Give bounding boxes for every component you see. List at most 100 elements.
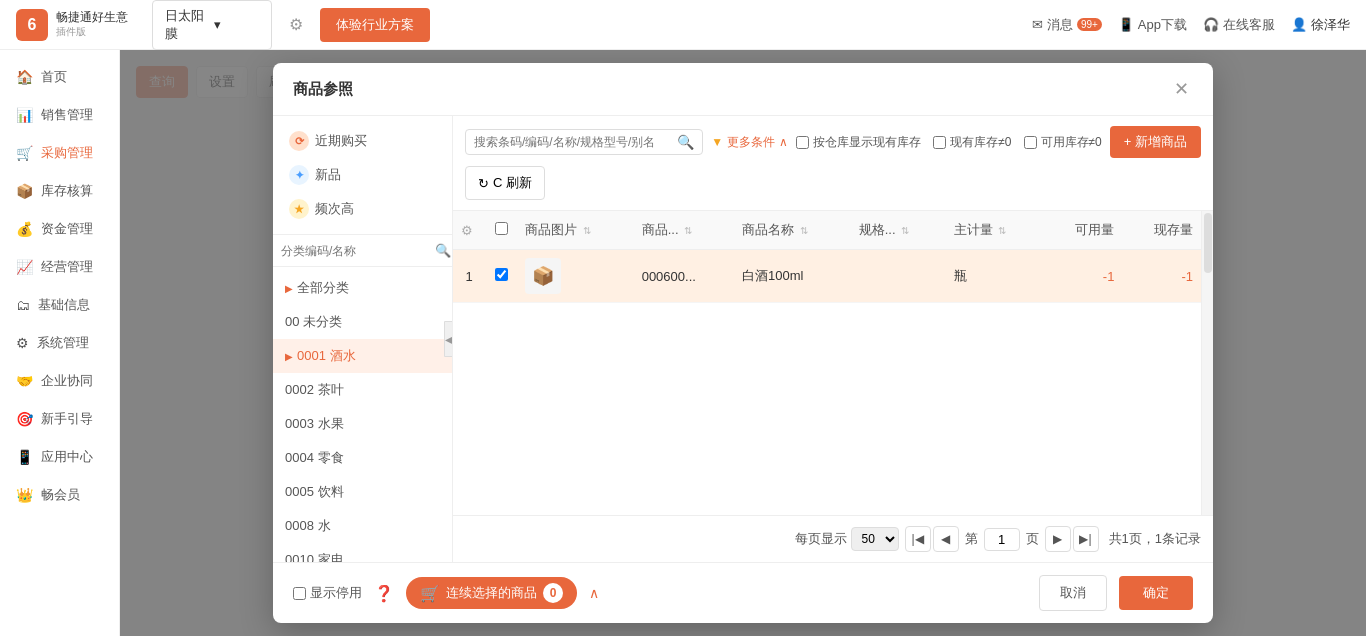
category-search: 🔍 bbox=[273, 235, 452, 267]
table-body: 1 📦 000600... 白酒100ml 瓶 -1 -1 bbox=[453, 250, 1201, 303]
sidebar-item-系统管理[interactable]: ⚙系统管理 bbox=[0, 324, 119, 362]
category-item[interactable]: 00 未分类 bbox=[273, 305, 452, 339]
confirm-btn[interactable]: 确定 bbox=[1119, 576, 1193, 610]
next-page-btn[interactable]: ▶ bbox=[1045, 526, 1071, 552]
sidebar-item-应用中心[interactable]: 📱应用中心 bbox=[0, 438, 119, 476]
filter-check3[interactable]: 可用库存≠0 bbox=[1024, 134, 1102, 151]
main-layout: 🏠首页📊销售管理🛒采购管理📦库存核算💰资金管理📈经营管理🗂基础信息⚙系统管理🤝企… bbox=[0, 50, 1366, 636]
modal-title: 商品参照 bbox=[293, 80, 353, 99]
username: 徐泽华 bbox=[1311, 16, 1350, 34]
td-checkbox[interactable] bbox=[485, 250, 517, 303]
category-item[interactable]: 0010 家电 bbox=[273, 543, 452, 562]
table-scrollbar[interactable] bbox=[1201, 211, 1213, 515]
td-name: 白酒100ml bbox=[734, 250, 851, 303]
gear-button[interactable]: ⚙ bbox=[280, 9, 312, 41]
product-thumb: 📦 bbox=[525, 258, 561, 294]
sidebar-item-库存核算[interactable]: 📦库存核算 bbox=[0, 172, 119, 210]
product-search-box: 🔍 bbox=[465, 129, 703, 155]
product-reference-modal: 商品参照 ✕ ⟳ 近期购买 ✦ bbox=[273, 63, 1213, 623]
collapse-left-btn[interactable]: ◀◀ bbox=[444, 321, 453, 357]
category-item[interactable]: 0003 水果 bbox=[273, 407, 452, 441]
collapse-arrow-icon[interactable]: ∧ bbox=[589, 585, 599, 601]
category-item[interactable]: ▶ 全部分类 bbox=[273, 271, 452, 305]
quick-frequent[interactable]: ★ 频次高 bbox=[281, 192, 444, 226]
cancel-btn[interactable]: 取消 bbox=[1039, 575, 1107, 611]
th-unit[interactable]: 主计量 ⇅ bbox=[946, 211, 1044, 250]
per-page-select[interactable]: 50 bbox=[851, 527, 899, 551]
th-stock[interactable]: 现存量 bbox=[1122, 211, 1201, 250]
sidebar-item-畅会员[interactable]: 👑畅会员 bbox=[0, 476, 119, 514]
total-info: 共1页，1条记录 bbox=[1109, 530, 1201, 548]
td-index: 1 bbox=[453, 250, 485, 303]
category-item[interactable]: 0005 饮料 bbox=[273, 475, 452, 509]
more-filters-btn[interactable]: ▼ 更多条件 ∧ bbox=[711, 134, 788, 151]
message-icon: ✉ bbox=[1032, 17, 1043, 32]
modal-right-panel: 🔍 ▼ 更多条件 ∧ 按仓库显示现有库存 bbox=[453, 116, 1213, 562]
per-page-selector: 每页显示 50 bbox=[795, 527, 899, 551]
table-header: ⚙ 商品图片 ⇅ bbox=[453, 211, 1201, 250]
prev-page-btn[interactable]: ◀ bbox=[933, 526, 959, 552]
add-product-btn[interactable]: + 新增商品 bbox=[1110, 126, 1201, 158]
sidebar-item-资金管理[interactable]: 💰资金管理 bbox=[0, 210, 119, 248]
sidebar-item-销售管理[interactable]: 📊销售管理 bbox=[0, 96, 119, 134]
product-table: ⚙ 商品图片 ⇅ bbox=[453, 211, 1213, 515]
filter-bar: 🔍 ▼ 更多条件 ∧ 按仓库显示现有库存 bbox=[453, 116, 1213, 211]
category-item[interactable]: 0004 零食 bbox=[273, 441, 452, 475]
sidebar-item-企业协同[interactable]: 🤝企业协同 bbox=[0, 362, 119, 400]
th-settings[interactable]: ⚙ bbox=[453, 211, 485, 250]
th-spec[interactable]: 规格... ⇅ bbox=[851, 211, 946, 250]
category-search-icon[interactable]: 🔍 bbox=[435, 243, 451, 258]
brand-name: 畅捷通好生意 bbox=[56, 10, 128, 26]
quick-new[interactable]: ✦ 新品 bbox=[281, 158, 444, 192]
experience-btn[interactable]: 体验行业方案 bbox=[320, 8, 430, 42]
brand-sub: 插件版 bbox=[56, 25, 128, 39]
filter-icon: ▼ bbox=[711, 135, 723, 149]
page-input[interactable]: 1 bbox=[984, 528, 1020, 551]
expand-icon: ▶ bbox=[285, 283, 293, 294]
product-search-icon[interactable]: 🔍 bbox=[677, 134, 694, 150]
sidebar-item-新手引导[interactable]: 🎯新手引导 bbox=[0, 400, 119, 438]
category-search-input[interactable] bbox=[281, 244, 431, 258]
filter-check2[interactable]: 现有库存≠0 bbox=[933, 134, 1011, 151]
message-btn[interactable]: ✉ 消息 99+ bbox=[1032, 16, 1102, 34]
chevron-up-icon: ∧ bbox=[779, 135, 788, 149]
filter-check1[interactable]: 按仓库显示现有库存 bbox=[796, 134, 921, 151]
new-icon: ✦ bbox=[289, 165, 309, 185]
refresh-btn[interactable]: ↻ C 刷新 bbox=[465, 166, 545, 200]
sidebar-item-首页[interactable]: 🏠首页 bbox=[0, 58, 119, 96]
app-download-btn[interactable]: 📱 App下载 bbox=[1118, 16, 1187, 34]
td-code: 000600... bbox=[634, 250, 734, 303]
sidebar-item-基础信息[interactable]: 🗂基础信息 bbox=[0, 286, 119, 324]
page-label2: 页 bbox=[1026, 530, 1039, 548]
category-item[interactable]: ▶ 0001 酒水 bbox=[273, 339, 452, 373]
product-search-input[interactable] bbox=[474, 135, 673, 149]
scrollbar-thumb bbox=[1204, 213, 1212, 273]
th-available[interactable]: 可用量 bbox=[1044, 211, 1123, 250]
sidebar-item-经营管理[interactable]: 📈经营管理 bbox=[0, 248, 119, 286]
modal-close-btn[interactable]: ✕ bbox=[1169, 77, 1193, 101]
sidebar-icon: 📈 bbox=[16, 259, 33, 275]
online-service-btn[interactable]: 🎧 在线客服 bbox=[1203, 16, 1275, 34]
nav-selector[interactable]: 日太阳膜 ▾ bbox=[152, 0, 272, 50]
quick-recent[interactable]: ⟳ 近期购买 bbox=[281, 124, 444, 158]
category-item[interactable]: 0008 水 bbox=[273, 509, 452, 543]
category-item[interactable]: 0002 茶叶 bbox=[273, 373, 452, 407]
cart-btn[interactable]: 🛒 连续选择的商品 0 bbox=[406, 577, 577, 609]
td-available: -1 bbox=[1044, 250, 1123, 303]
sidebar-icon: 🗂 bbox=[16, 297, 30, 313]
table-row[interactable]: 1 📦 000600... 白酒100ml 瓶 -1 -1 bbox=[453, 250, 1201, 303]
sidebar-item-采购管理[interactable]: 🛒采购管理 bbox=[0, 134, 119, 172]
th-name[interactable]: 商品名称 ⇅ bbox=[734, 211, 851, 250]
modal-body: ⟳ 近期购买 ✦ 新品 ★ 频次高 bbox=[273, 116, 1213, 562]
cart-icon: 🛒 bbox=[420, 584, 440, 603]
last-page-btn[interactable]: ▶| bbox=[1073, 526, 1099, 552]
help-icon[interactable]: ❓ bbox=[374, 584, 394, 603]
cart-label: 连续选择的商品 bbox=[446, 584, 537, 602]
content-area: 查询 设置 刷新 商品参照 ✕ bbox=[120, 50, 1366, 636]
th-checkbox[interactable] bbox=[485, 211, 517, 250]
user-area[interactable]: 👤 徐泽华 bbox=[1291, 16, 1350, 34]
th-code[interactable]: 商品... ⇅ bbox=[634, 211, 734, 250]
show-disabled-checkbox[interactable]: 显示停用 bbox=[293, 584, 362, 602]
sidebar-icon: 🤝 bbox=[16, 373, 33, 389]
first-page-btn[interactable]: |◀ bbox=[905, 526, 931, 552]
